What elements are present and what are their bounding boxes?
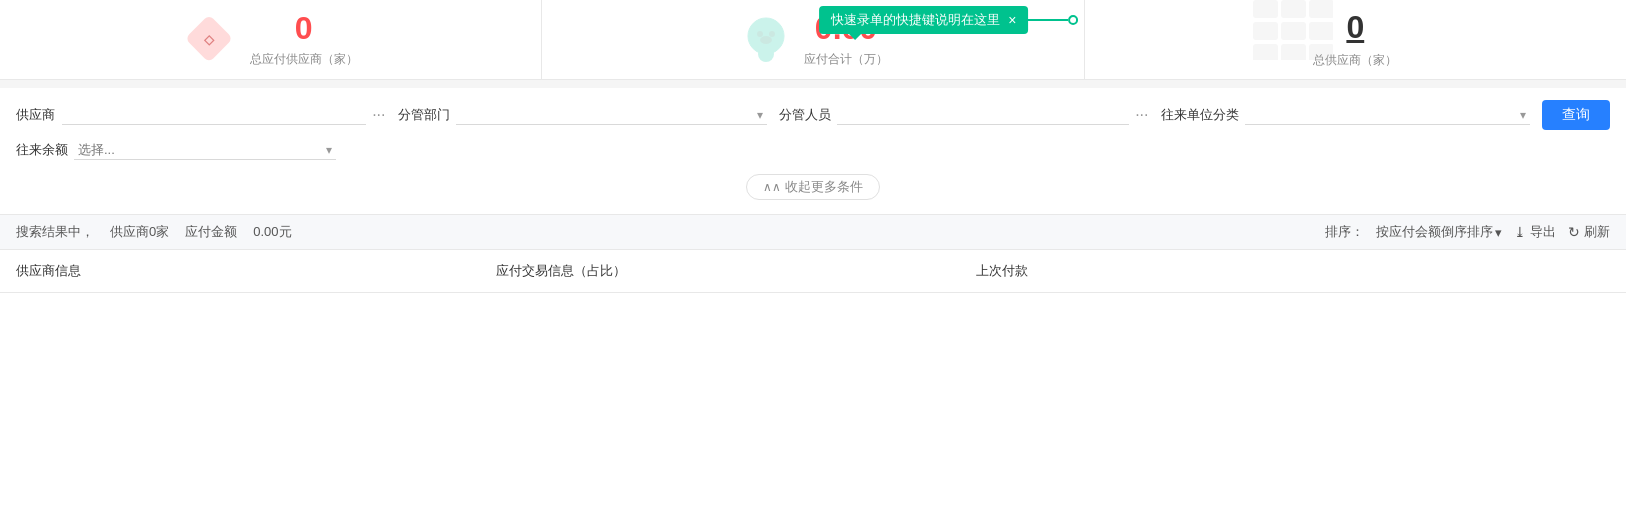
th-supplier-info: 供应商信息 — [16, 262, 496, 280]
svg-point-5 — [757, 31, 763, 37]
sort-value: 按应付会额倒序排序 — [1376, 223, 1493, 241]
table-empty-area — [0, 293, 1626, 515]
tooltip-bubble: 快速录单的快捷键说明在这里 × — [819, 6, 1028, 34]
export-button[interactable]: ⤓ 导出 — [1514, 223, 1556, 241]
filter-row-2: 往来余额 ▾ — [16, 140, 336, 160]
svg-text:◇: ◇ — [203, 32, 215, 47]
results-amount-label: 应付金额 — [185, 223, 237, 241]
balance-select-wrapper[interactable]: ▾ — [74, 140, 336, 160]
diamond-logo-icon: ◇ — [185, 16, 233, 64]
dept-label: 分管部门 — [398, 106, 450, 124]
balance-label: 往来余额 — [16, 141, 68, 159]
unit-category-select-wrapper[interactable]: ▾ — [1245, 105, 1531, 125]
svg-point-7 — [760, 36, 772, 44]
results-search-prefix: 搜索结果中， — [16, 223, 94, 241]
dept-input[interactable] — [460, 107, 758, 122]
collapse-up-icon: ∧∧ — [763, 180, 781, 194]
results-info: 搜索结果中， 供应商0家 应付金额 0.00元 — [16, 223, 292, 241]
total-payable-label: 总应付供应商（家） — [250, 51, 358, 68]
unit-category-input[interactable] — [1249, 107, 1521, 122]
results-supplier-count: 供应商0家 — [110, 223, 169, 241]
svg-rect-13 — [1281, 22, 1306, 40]
stat-payable-total: 0.00 应付合计（万） 快速录单的快捷键说明在这里 × — [542, 0, 1084, 79]
sort-label: 排序： — [1325, 223, 1364, 241]
svg-rect-14 — [1309, 22, 1333, 40]
supplier-label: 供应商 — [16, 106, 56, 124]
dept-select-wrapper[interactable]: ▾ — [456, 105, 768, 125]
sort-chevron-icon: ▾ — [1495, 225, 1502, 240]
export-icon: ⤓ — [1514, 224, 1526, 240]
results-actions: 排序： 按应付会额倒序排序 ▾ ⤓ 导出 ↻ 刷新 — [1325, 223, 1610, 241]
supplier-input[interactable] — [62, 105, 366, 125]
filter-bar: 供应商 ··· 分管部门 ▾ 分管人员 ··· 往来单位分类 ▾ 查询 — [0, 88, 1626, 215]
balance-input[interactable] — [78, 142, 326, 157]
tooltip-close-button[interactable]: × — [1008, 13, 1016, 27]
filter-dept: 分管部门 ▾ — [398, 105, 768, 125]
filter-unit-category: 往来单位分类 ▾ — [1161, 105, 1531, 125]
svg-rect-11 — [1309, 0, 1333, 18]
results-bar: 搜索结果中， 供应商0家 应付金额 0.00元 排序： 按应付会额倒序排序 ▾ … — [0, 215, 1626, 250]
refresh-icon: ↻ — [1568, 224, 1580, 240]
total-payable-number: 0 — [295, 11, 313, 46]
filter-balance: 往来余额 ▾ — [16, 140, 336, 160]
svg-rect-16 — [1281, 44, 1306, 60]
svg-rect-12 — [1253, 22, 1278, 40]
collapse-button[interactable]: ∧∧ 收起更多条件 — [746, 174, 880, 200]
sort-select[interactable]: 按应付会额倒序排序 ▾ — [1376, 223, 1502, 241]
results-amount-value: 0.00元 — [253, 223, 291, 241]
balance-chevron-icon: ▾ — [326, 143, 332, 157]
payable-total-label: 应付合计（万） — [804, 51, 888, 68]
refresh-button[interactable]: ↻ 刷新 — [1568, 223, 1610, 241]
th-trade-info: 应付交易信息（占比） — [496, 262, 976, 280]
unit-category-label: 往来单位分类 — [1161, 106, 1239, 124]
grid-bg-icon — [1253, 0, 1333, 60]
query-button[interactable]: 查询 — [1542, 100, 1610, 130]
svg-point-8 — [758, 46, 774, 62]
filter-manager: 分管人员 ··· — [779, 105, 1149, 125]
svg-rect-10 — [1281, 0, 1306, 18]
bear-icon — [738, 10, 794, 66]
manager-dots-button[interactable]: ··· — [1135, 106, 1148, 124]
stats-bar: ◇ 0 总应付供应商（家） — [0, 0, 1626, 80]
collapse-row: ∧∧ 收起更多条件 — [16, 170, 1610, 208]
filter-row-1: 供应商 ··· 分管部门 ▾ 分管人员 ··· 往来单位分类 ▾ 查询 — [16, 100, 1610, 130]
stat-total-payable-suppliers: ◇ 0 总应付供应商（家） — [0, 0, 542, 79]
manager-label: 分管人员 — [779, 106, 831, 124]
filter-supplier: 供应商 ··· — [16, 105, 386, 125]
tooltip-text: 快速录单的快捷键说明在这里 — [831, 11, 1000, 29]
table-header: 供应商信息 应付交易信息（占比） 上次付款 — [0, 250, 1626, 293]
collapse-label: 收起更多条件 — [785, 178, 863, 196]
supplier-dots-button[interactable]: ··· — [372, 106, 385, 124]
stat-total-suppliers: 0 总供应商（家） — [1085, 0, 1626, 79]
svg-rect-9 — [1253, 0, 1278, 18]
dept-chevron-icon: ▾ — [757, 108, 763, 122]
svg-point-6 — [769, 31, 775, 37]
unit-category-chevron-icon: ▾ — [1520, 108, 1526, 122]
th-last-payment: 上次付款 — [976, 262, 1610, 280]
export-label: 导出 — [1530, 223, 1556, 241]
svg-rect-15 — [1253, 44, 1278, 60]
total-suppliers-number: 0 — [1346, 10, 1364, 45]
refresh-label: 刷新 — [1584, 223, 1610, 241]
svg-rect-17 — [1309, 44, 1333, 60]
manager-input[interactable] — [837, 105, 1129, 125]
